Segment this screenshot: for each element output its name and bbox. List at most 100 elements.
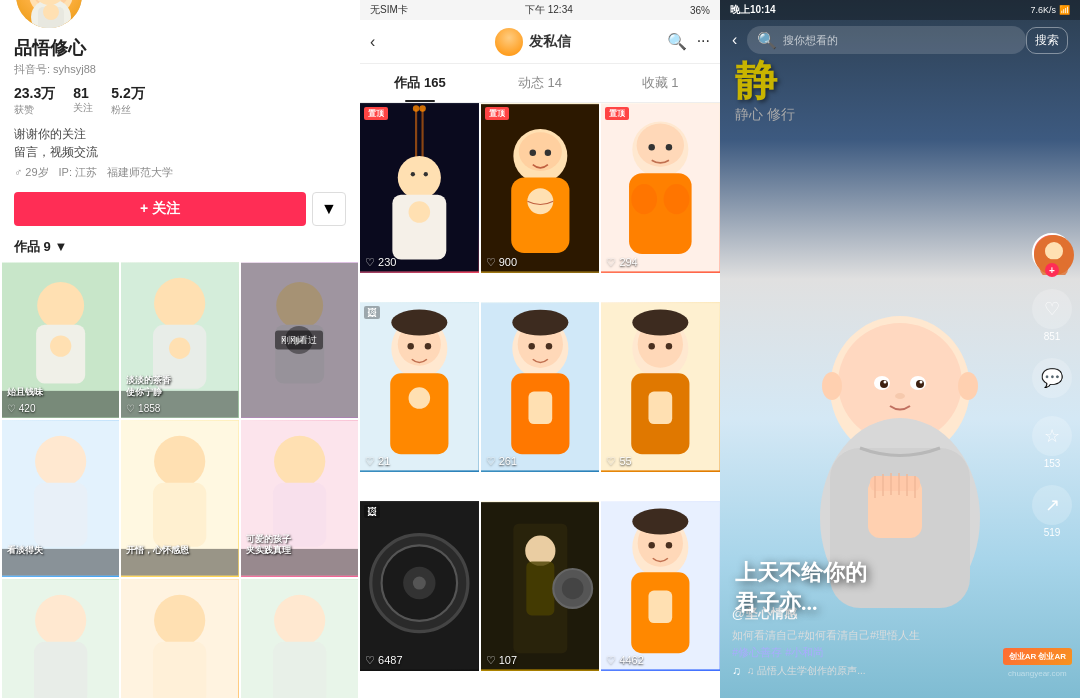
action-avatar-item[interactable]: +	[1032, 233, 1072, 273]
work-likes-2: ♡ 1858	[126, 403, 160, 414]
svg-point-121	[895, 393, 905, 399]
tab-collection[interactable]: 收藏 1	[600, 64, 720, 102]
work-item-5[interactable]: 开悟，心怀感恩	[121, 420, 238, 576]
tab-dynamic-label: 动态 14	[518, 74, 562, 92]
likes-count: 23.3万	[14, 85, 55, 103]
follow-plus-icon: +	[1045, 263, 1059, 277]
gallery-svg-3	[601, 103, 720, 273]
search-icon-2[interactable]: 🔍	[667, 32, 687, 51]
gallery-item-3[interactable]: 置顶 ♡ 294	[601, 103, 720, 273]
avatar-svg	[16, 0, 82, 28]
work-item-4[interactable]: 看淡得失	[2, 420, 119, 576]
meta-ip: IP: 江苏	[59, 165, 98, 180]
desc-line1: 谢谢你的关注	[14, 125, 346, 143]
brand-badge: 创业AR 创业AR	[1003, 648, 1072, 665]
gallery-item-6[interactable]: ♡ 55	[601, 302, 720, 472]
gallery-svg-4	[360, 302, 479, 472]
action-star-item[interactable]: ☆ 153	[1032, 416, 1072, 469]
back-button-2[interactable]: ‹	[370, 33, 400, 51]
p3-time: 晚上10:14	[730, 3, 776, 17]
svg-point-6	[43, 4, 59, 20]
like-count: 851	[1044, 331, 1061, 342]
comment-button[interactable]: 💬	[1032, 358, 1072, 398]
svg-point-10	[50, 335, 71, 356]
work-item-6[interactable]: 可爱的孩子夹实践真理	[241, 420, 358, 576]
star-button[interactable]: ☆	[1032, 416, 1072, 456]
gallery-svg-6	[601, 302, 720, 472]
tab-dynamic[interactable]: 动态 14	[480, 64, 600, 102]
search-button-3[interactable]: 搜索	[1026, 27, 1068, 54]
more-icon-2[interactable]: ···	[697, 32, 710, 51]
work-label-6: 可爱的孩子夹实践真理	[246, 534, 353, 557]
share-button[interactable]: ↗	[1032, 485, 1072, 525]
svg-point-22	[35, 436, 86, 487]
gallery-item-9[interactable]: ♡ 4462	[601, 501, 720, 671]
send-message-button[interactable]: 发私信	[529, 33, 571, 51]
panel2-nav-right: 🔍 ···	[667, 32, 710, 51]
svg-point-38	[154, 595, 205, 646]
creator-avatar: +	[1032, 233, 1072, 273]
gallery-likes-1: ♡ 230	[365, 256, 396, 269]
wifi-icon-3: 📶	[1059, 5, 1070, 15]
music-text: ♫ 品悟人生学创作的原声...	[747, 664, 866, 678]
gallery-item-4[interactable]: 🖼 ♡ 21	[360, 302, 479, 472]
svg-point-30	[274, 436, 325, 487]
svg-rect-85	[528, 392, 552, 424]
svg-rect-76	[390, 373, 448, 454]
stat-followers: 5.2万 粉丝	[111, 85, 144, 117]
svg-point-59	[544, 149, 550, 155]
work-item-8[interactable]: 开悟	[121, 579, 238, 698]
tab-works[interactable]: 作品 165	[360, 64, 480, 102]
work-label-4: 看淡得失	[7, 545, 114, 557]
action-share-item[interactable]: ↗ 519	[1032, 485, 1072, 538]
follow-button[interactable]: + 关注	[14, 192, 306, 226]
svg-point-75	[425, 343, 431, 349]
gallery-grid: 置顶 ♡ 230 置顶 ♡ 900	[360, 103, 720, 698]
profile-desc: 谢谢你的关注 留言，视频交流	[0, 125, 360, 161]
video-main-text2: 君子亦...	[735, 588, 1020, 618]
gallery-item-2[interactable]: 置顶 ♡ 900	[481, 103, 600, 273]
work-item-1[interactable]: ♡ 420 始且钱味	[2, 262, 119, 418]
svg-point-58	[529, 149, 535, 155]
follow-dropdown-button[interactable]: ▼	[312, 192, 346, 226]
svg-point-61	[527, 188, 553, 214]
svg-point-119	[884, 381, 887, 384]
work-item-3[interactable]: ▶ 刚刚看过	[241, 262, 358, 418]
work-item-7[interactable]: 看淡得失	[2, 579, 119, 698]
profile-meta: ♂ 29岁 IP: 江苏 福建师范大学	[0, 161, 360, 184]
p2-battery: 36%	[690, 5, 710, 16]
gallery-item-1[interactable]: 置顶 ♡ 230	[360, 103, 479, 273]
works-grid: ♡ 420 始且钱味 ♡ 1858 淡淡的茶香使你宁静	[0, 262, 360, 698]
tab-works-label: 作品 165	[394, 74, 445, 92]
svg-point-54	[409, 201, 431, 223]
svg-point-34	[35, 595, 86, 646]
followers-label: 粉丝	[111, 103, 131, 117]
gallery-likes-4: ♡ 21	[365, 455, 390, 468]
tab-collection-label: 收藏 1	[642, 74, 679, 92]
search-bar-3[interactable]: 🔍 搜你想看的	[747, 26, 1026, 54]
svg-point-74	[407, 343, 413, 349]
work-item-2[interactable]: ♡ 1858 淡淡的茶香使你宁静	[121, 262, 238, 418]
work-thumb-2: ♡ 1858 淡淡的茶香使你宁静	[121, 262, 238, 418]
action-like-item[interactable]: ♡ 851	[1032, 289, 1072, 342]
work-item-9[interactable]: 修心	[241, 579, 358, 698]
gallery-item-5[interactable]: ♡ 261	[481, 302, 600, 472]
gallery-item-7[interactable]: 🖼 ♡ 6487	[360, 501, 479, 671]
profile-mini-avatar	[495, 28, 523, 56]
gallery-likes-3: ♡ 294	[606, 256, 637, 269]
p3-icons: 7.6K/s 📶	[1030, 5, 1070, 15]
stat-following: 81 关注	[73, 85, 93, 117]
followers-count: 5.2万	[111, 85, 144, 103]
music-ticker: ♫ ♫ 品悟人生学创作的原声...	[732, 664, 1020, 678]
back-button-3[interactable]: ‹	[732, 31, 737, 49]
gallery-item-8[interactable]: ♡ 107	[481, 501, 600, 671]
work-thumb-8: 开悟	[121, 579, 238, 698]
avatar-monk-image	[16, 0, 82, 28]
svg-point-120	[920, 381, 923, 384]
profile-stats: 23.3万 获赞 81 关注 5.2万 粉丝	[0, 77, 360, 125]
stat-likes: 23.3万 获赞	[14, 85, 55, 117]
follow-btn-area: + 关注 ▼	[0, 184, 360, 234]
like-button[interactable]: ♡	[1032, 289, 1072, 329]
video-main-area[interactable]: 上天不给你的 君子亦...	[720, 20, 1080, 698]
action-comment-item[interactable]: 💬	[1032, 358, 1072, 400]
